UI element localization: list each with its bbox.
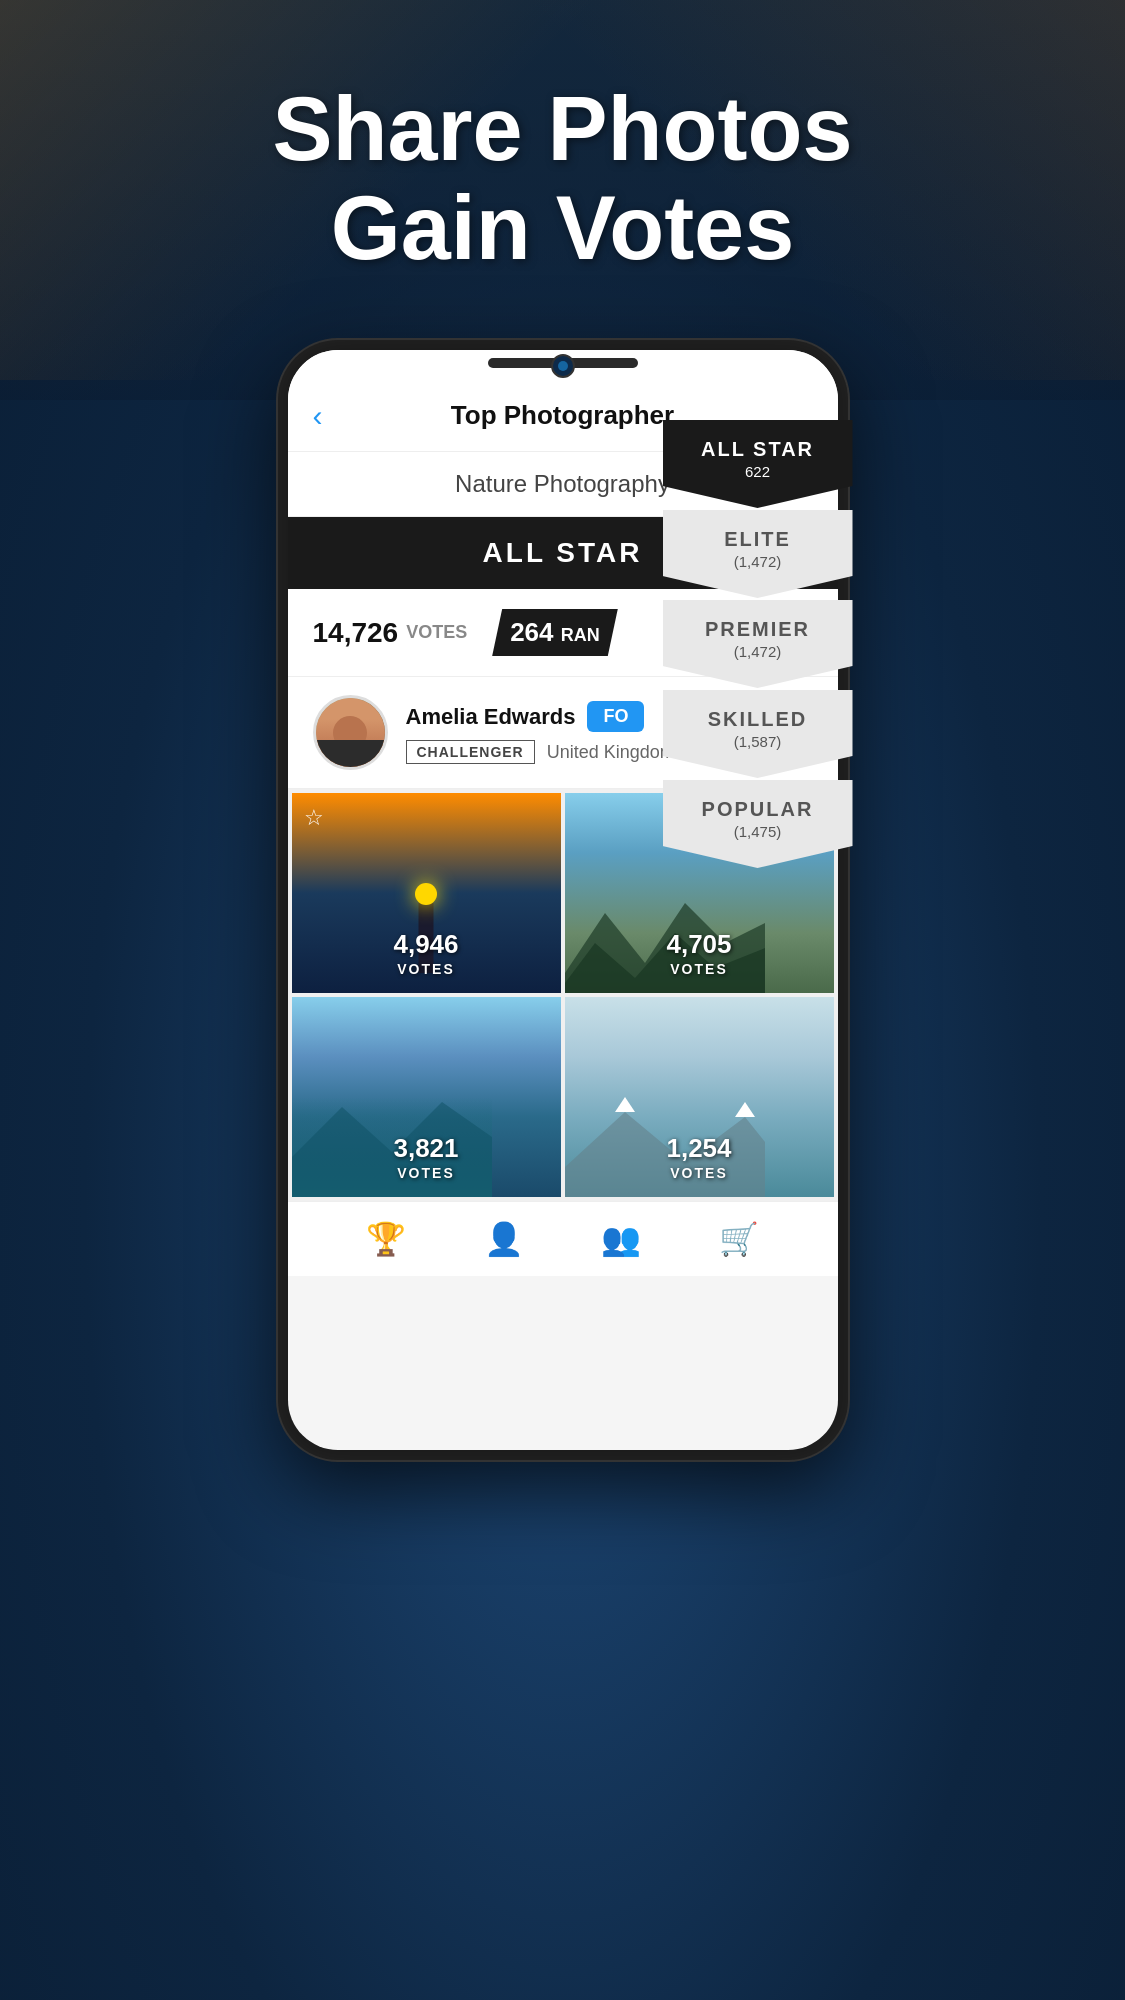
photo-votes-2: 4,705 VOTES	[565, 929, 834, 978]
rank-item-premier: PREMIER (1,472)	[658, 600, 858, 688]
rank-number: 264	[510, 617, 553, 647]
rank-count-elite: (1,472)	[734, 553, 782, 570]
rank-count-popular: (1,475)	[734, 823, 782, 840]
user-name: Amelia Edwards	[406, 704, 576, 730]
nav-community-icon[interactable]: 👥	[601, 1220, 641, 1258]
rank-name-premier: PREMIER	[705, 618, 810, 641]
rank-item-elite: ELITE (1,472)	[658, 510, 858, 598]
svg-marker-4	[615, 1097, 635, 1112]
photo-item-3[interactable]: 3,821 VOTES	[292, 997, 561, 1197]
hero-section: Share Photos Gain Votes	[0, 80, 1125, 278]
avatar-face	[316, 698, 385, 768]
category-label: Nature Photography	[455, 470, 670, 497]
bottom-nav: 🏆 👤 👥 🛒	[288, 1201, 838, 1276]
nav-trophy-icon[interactable]: 🏆	[366, 1220, 406, 1258]
nav-cart-icon[interactable]: 🛒	[719, 1220, 759, 1258]
rank-badge: 264 RAN	[492, 609, 618, 656]
rank-count-allstar: 622	[745, 463, 770, 480]
rank-panel: ALL STAR 622 ELITE (1,472) PREMIER (1,47…	[658, 420, 858, 870]
svg-marker-5	[735, 1102, 755, 1117]
favorite-icon-1: ☆	[304, 805, 324, 831]
rank-chevron-skilled: SKILLED (1,587)	[663, 690, 853, 778]
phone-mockup: ‹ Top Photographer Nature Photography AL…	[278, 340, 848, 1460]
rank-chevron-elite: ELITE (1,472)	[663, 510, 853, 598]
nav-profile-icon[interactable]: 👤	[484, 1220, 524, 1258]
rank-chevron-premier: PREMIER (1,472)	[663, 600, 853, 688]
rank-name-allstar: ALL STAR	[701, 438, 814, 461]
rank-suffix: RAN	[561, 625, 600, 645]
user-country: United Kingdom	[547, 742, 675, 763]
photo-votes-3: 3,821 VOTES	[292, 1133, 561, 1182]
votes-label: VOTES	[406, 622, 467, 643]
rank-item-skilled: SKILLED (1,587)	[658, 690, 858, 778]
rank-name-skilled: SKILLED	[708, 708, 808, 731]
photo-item-4[interactable]: 1,254 VOTES	[565, 997, 834, 1197]
rank-item-popular: POPULAR (1,475)	[658, 780, 858, 868]
rank-chevron-allstar: ALL STAR 622	[663, 420, 853, 508]
votes-count: 14,726	[313, 617, 399, 649]
rank-chevron-popular: POPULAR (1,475)	[663, 780, 853, 868]
header-title: Top Photographer	[451, 400, 674, 431]
challenger-badge: CHALLENGER	[406, 740, 535, 764]
rank-name-elite: ELITE	[724, 528, 791, 551]
rank-name-popular: POPULAR	[702, 798, 814, 821]
phone-camera	[551, 354, 575, 378]
back-button[interactable]: ‹	[313, 399, 323, 433]
avatar	[313, 695, 388, 770]
photo-votes-4: 1,254 VOTES	[565, 1133, 834, 1182]
hero-title: Share Photos Gain Votes	[0, 80, 1125, 278]
photo-votes-1: 4,946 VOTES	[292, 929, 561, 978]
rank-item-allstar: ALL STAR 622	[658, 420, 858, 508]
rank-count-premier: (1,472)	[734, 643, 782, 660]
photo-item-1[interactable]: ☆ 4,946 VOTES	[292, 793, 561, 993]
rank-count-skilled: (1,587)	[734, 733, 782, 750]
follow-button[interactable]: FO	[587, 701, 644, 732]
